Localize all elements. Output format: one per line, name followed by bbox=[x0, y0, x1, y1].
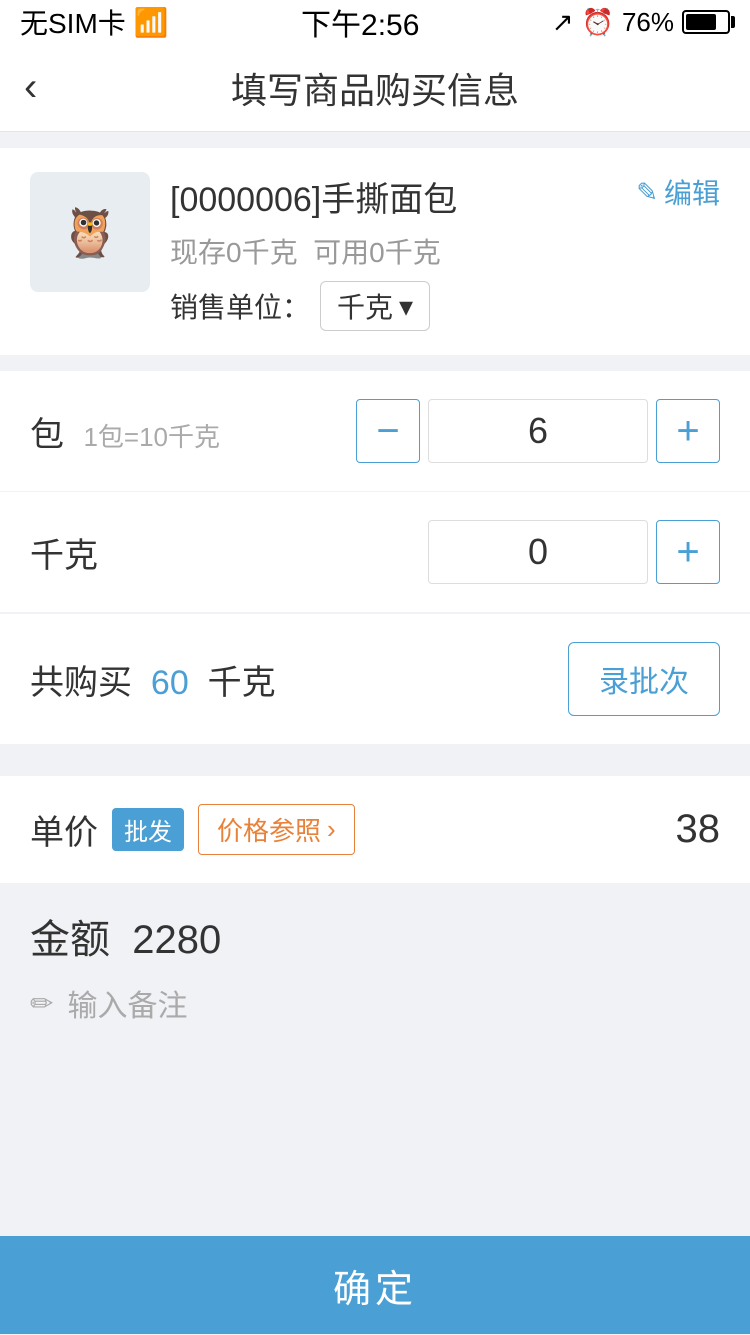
page-title: 填写商品购买信息 bbox=[231, 62, 519, 114]
edit-button[interactable]: ✎ 编辑 bbox=[636, 172, 720, 212]
amount-value: 2280 bbox=[132, 918, 221, 962]
battery-icon bbox=[682, 10, 730, 34]
qianke-quantity-control: + bbox=[428, 520, 720, 584]
back-button[interactable]: ‹ bbox=[24, 65, 37, 110]
remark-placeholder: 输入备注 bbox=[67, 981, 187, 1025]
status-bar: 无SIM卡 📶 下午2:56 ↗ ⏰ 76% bbox=[0, 0, 750, 44]
bao-sub-label: 1包=10千克 bbox=[83, 422, 220, 452]
amount-row: 金额 2280 bbox=[30, 907, 720, 965]
total-text: 共购买 60 千克 bbox=[30, 655, 276, 704]
total-amount: 60 bbox=[151, 664, 189, 702]
total-row: 共购买 60 千克 录批次 bbox=[0, 613, 750, 744]
bao-input-row: 包 1包=10千克 − + bbox=[0, 371, 750, 492]
section-divider-1 bbox=[0, 355, 750, 371]
input-section: 包 1包=10千克 − + 千克 + bbox=[0, 371, 750, 613]
status-time: 下午2:56 bbox=[301, 0, 419, 44]
wifi-icon: 📶 bbox=[134, 6, 169, 39]
bao-decrement-button[interactable]: − bbox=[356, 399, 420, 463]
price-section: 单价 批发 价格参照 › 38 bbox=[0, 776, 750, 883]
edit-icon: ✎ bbox=[636, 177, 658, 208]
confirm-button[interactable]: 确定 bbox=[0, 1236, 750, 1334]
carrier-text: 无SIM卡 bbox=[20, 2, 126, 42]
section-divider-2 bbox=[0, 744, 750, 760]
dropdown-arrow-icon: ▾ bbox=[399, 290, 413, 323]
pencil-icon: ✏ bbox=[30, 987, 53, 1020]
status-right: ↗ ⏰ 76% bbox=[552, 7, 730, 38]
bao-quantity-control: − + bbox=[356, 399, 720, 463]
qianke-increment-button[interactable]: + bbox=[656, 520, 720, 584]
product-unit-row: 销售单位： 千克 ▾ bbox=[170, 281, 720, 331]
alarm-icon: ⏰ bbox=[582, 7, 614, 38]
price-ref-arrow-icon: › bbox=[327, 814, 336, 845]
location-icon: ↗ bbox=[552, 7, 574, 38]
bao-label: 包 1包=10千克 bbox=[30, 407, 356, 456]
nav-bar: ‹ 填写商品购买信息 bbox=[0, 44, 750, 132]
battery-percent: 76% bbox=[622, 7, 674, 38]
qianke-input-row: 千克 + bbox=[0, 492, 750, 613]
amount-label: 金额 bbox=[30, 918, 110, 962]
status-left: 无SIM卡 📶 bbox=[20, 2, 169, 42]
price-value: 38 bbox=[676, 807, 721, 852]
amount-section: 金额 2280 ✏ 输入备注 bbox=[0, 883, 750, 1035]
price-reference-button[interactable]: 价格参照 › bbox=[198, 804, 355, 855]
product-thumbnail: 🦉 bbox=[30, 172, 150, 292]
product-stock: 现存0千克 可用0千克 bbox=[170, 231, 720, 271]
price-row: 单价 批发 价格参照 › 38 bbox=[30, 804, 720, 855]
price-badge: 批发 bbox=[112, 808, 184, 851]
qianke-label: 千克 bbox=[30, 528, 428, 577]
batch-button[interactable]: 录批次 bbox=[568, 642, 720, 716]
bao-quantity-input[interactable] bbox=[428, 399, 648, 463]
bao-increment-button[interactable]: + bbox=[656, 399, 720, 463]
price-label: 单价 bbox=[30, 805, 98, 854]
price-left: 单价 批发 价格参照 › bbox=[30, 804, 355, 855]
remark-row[interactable]: ✏ 输入备注 bbox=[30, 981, 720, 1025]
product-card: 🦉 [0000006]手撕面包 现存0千克 可用0千克 销售单位： 千克 ▾ ✎… bbox=[0, 148, 750, 355]
qianke-quantity-input[interactable] bbox=[428, 520, 648, 584]
unit-select[interactable]: 千克 ▾ bbox=[320, 281, 430, 331]
